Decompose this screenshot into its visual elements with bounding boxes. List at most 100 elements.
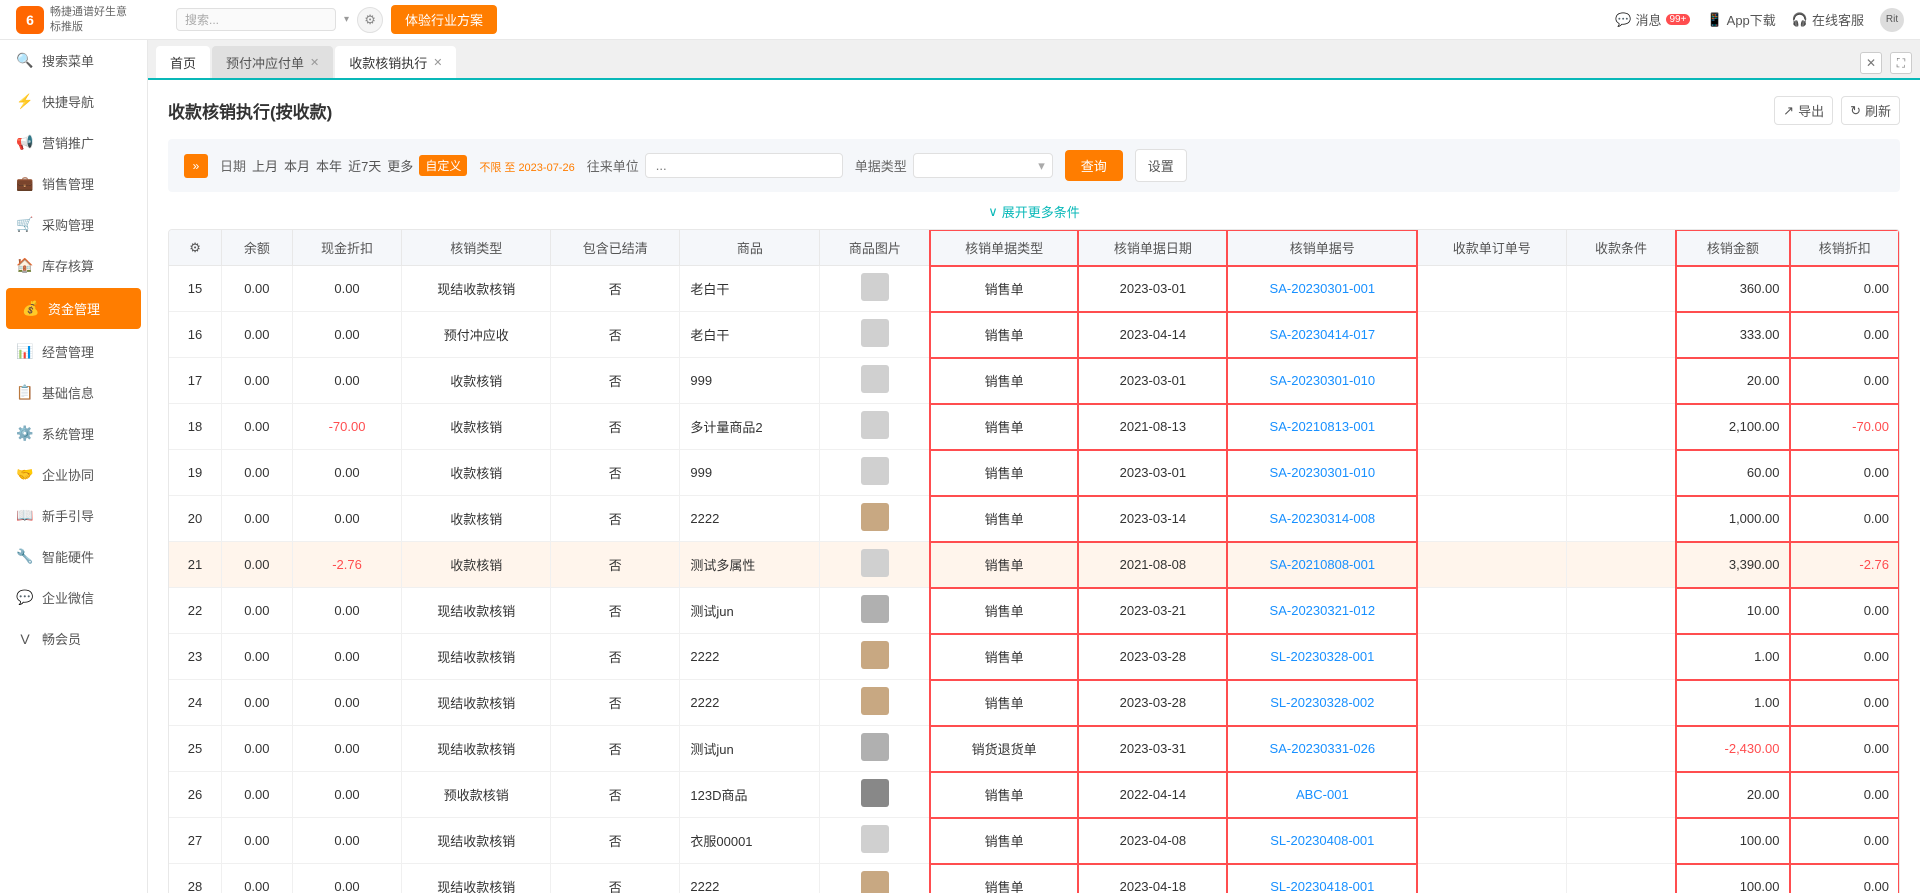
- row-condition: [1566, 404, 1676, 450]
- tab-receive[interactable]: 收款核销执行 ✕: [335, 46, 456, 78]
- row-bill-date: 2023-03-28: [1078, 680, 1227, 726]
- row-goods: 999: [680, 450, 820, 496]
- handshake-icon: 🤝: [16, 466, 34, 484]
- sidebar-item-wechat[interactable]: 💬 企业微信: [0, 577, 147, 618]
- row-goods: 123D商品: [680, 772, 820, 818]
- date-this-month[interactable]: 本月: [284, 156, 310, 175]
- message-icon: 💬: [1615, 12, 1631, 28]
- export-button[interactable]: ↗ 导出: [1774, 96, 1833, 125]
- sidebar-item-basic[interactable]: 📋 基础信息: [0, 372, 147, 413]
- col-amount: 核销金额: [1676, 230, 1790, 266]
- table-wrap: ⚙ 余额 现金折扣 核销类型 包含已结清 商品 商品图片 核销单据类型 核销单据…: [168, 229, 1900, 893]
- bill-no-link[interactable]: SL-20230328-002: [1270, 695, 1374, 710]
- tab-prepay-close[interactable]: ✕: [310, 56, 319, 69]
- user-avatar[interactable]: Rit: [1880, 8, 1904, 32]
- unit-input[interactable]: [645, 153, 843, 178]
- row-condition: [1566, 864, 1676, 893]
- row-settled: 否: [551, 542, 680, 588]
- row-settled: 否: [551, 726, 680, 772]
- row-balance: 0.00: [222, 358, 293, 404]
- bill-no-link[interactable]: SA-20230321-012: [1270, 603, 1376, 618]
- row-settled: 否: [551, 358, 680, 404]
- tab-close-button[interactable]: ✕: [1860, 52, 1882, 74]
- sidebar-item-inventory[interactable]: 🏠 库存核算: [0, 245, 147, 286]
- bill-no-link[interactable]: SA-20230331-026: [1270, 741, 1376, 756]
- bill-no-link[interactable]: SA-20230414-017: [1270, 327, 1376, 342]
- top-search-input[interactable]: 搜索...: [176, 8, 336, 31]
- sidebar-item-marketing[interactable]: 📢 营销推广: [0, 122, 147, 163]
- row-order-no: [1417, 680, 1566, 726]
- row-balance: 0.00: [222, 680, 293, 726]
- row-cash-discount: 0.00: [292, 588, 402, 634]
- bill-no-link[interactable]: SL-20230418-001: [1270, 879, 1374, 893]
- row-amount: 10.00: [1676, 588, 1790, 634]
- export-icon: ↗: [1783, 103, 1794, 119]
- query-button[interactable]: 查询: [1065, 150, 1123, 181]
- sidebar-item-hardware[interactable]: 🔧 智能硬件: [0, 536, 147, 577]
- row-goods: 多计量商品2: [680, 404, 820, 450]
- table-row: 28 0.00 0.00 现结收款核销 否 2222 销售单 2023-04-1…: [169, 864, 1899, 893]
- row-bill-date: 2023-04-08: [1078, 818, 1227, 864]
- row-discount: 0.00: [1790, 266, 1899, 312]
- sidebar-item-collab[interactable]: 🤝 企业协同: [0, 454, 147, 495]
- row-order-no: [1417, 450, 1566, 496]
- filter-toggle-button[interactable]: »: [184, 154, 208, 178]
- goods-img: [820, 634, 930, 680]
- refresh-button[interactable]: ↻ 刷新: [1841, 96, 1900, 125]
- top-bar-right: 💬 消息 99+ 📱 App下载 🎧 在线客服 Rit: [1615, 8, 1904, 32]
- row-amount: 20.00: [1676, 772, 1790, 818]
- settings-button[interactable]: 设置: [1135, 149, 1187, 182]
- row-balance: 0.00: [222, 542, 293, 588]
- bill-no-link[interactable]: ABC-001: [1296, 787, 1349, 802]
- bill-no-link[interactable]: SA-20230301-001: [1270, 281, 1376, 296]
- goods-img: [820, 864, 930, 893]
- sidebar-item-finance[interactable]: 💰 资金管理: [6, 288, 141, 329]
- tab-expand-button[interactable]: ⛶: [1890, 52, 1912, 74]
- tab-receive-close[interactable]: ✕: [433, 56, 442, 69]
- sidebar-item-system[interactable]: ⚙️ 系统管理: [0, 413, 147, 454]
- bill-no-link[interactable]: SA-20210813-001: [1270, 419, 1376, 434]
- tab-prepay[interactable]: 预付冲应付单 ✕: [212, 46, 333, 78]
- bill-no-link[interactable]: SA-20230301-010: [1270, 373, 1376, 388]
- row-settled: 否: [551, 680, 680, 726]
- goods-img: [820, 312, 930, 358]
- date-7days[interactable]: 近7天: [348, 156, 381, 175]
- bill-no-link[interactable]: SA-20230301-010: [1270, 465, 1376, 480]
- sidebar-item-search[interactable]: 🔍 搜索菜单: [0, 40, 147, 81]
- col-goods: 商品: [680, 230, 820, 266]
- app-download-item[interactable]: 📱 App下载: [1706, 10, 1775, 29]
- bill-type-filter-group: 单据类型: [855, 153, 1053, 178]
- date-custom[interactable]: 自定义: [419, 155, 467, 176]
- sidebar-item-sales[interactable]: 💼 销售管理: [0, 163, 147, 204]
- row-amount: 100.00: [1676, 818, 1790, 864]
- message-badge: 99+: [1666, 14, 1691, 25]
- row-amount: 1.00: [1676, 680, 1790, 726]
- expand-more-button[interactable]: ∨ 展开更多条件: [988, 202, 1080, 221]
- col-settings[interactable]: ⚙: [169, 230, 222, 266]
- sidebar-item-purchase[interactable]: 🛒 采购管理: [0, 204, 147, 245]
- tab-bar-actions: ✕ ⛶: [1860, 52, 1912, 78]
- date-more[interactable]: 更多: [387, 156, 413, 175]
- row-bill-date: 2023-03-01: [1078, 266, 1227, 312]
- sidebar-item-guide[interactable]: 📖 新手引导: [0, 495, 147, 536]
- bill-no-link[interactable]: SL-20230328-001: [1270, 649, 1374, 664]
- settings-icon[interactable]: ⚙: [357, 7, 383, 33]
- solution-button[interactable]: 体验行业方案: [391, 5, 497, 34]
- bill-no-link[interactable]: SA-20210808-001: [1270, 557, 1376, 572]
- row-type: 现结收款核销: [402, 266, 551, 312]
- message-item[interactable]: 💬 消息 99+: [1615, 10, 1690, 29]
- row-settled: 否: [551, 404, 680, 450]
- gear-icon: ⚙️: [16, 425, 34, 443]
- online-service-item[interactable]: 🎧 在线客服: [1792, 10, 1864, 29]
- sidebar-item-member[interactable]: V 畅会员: [0, 618, 147, 659]
- sidebar-item-operation[interactable]: 📊 经营管理: [0, 331, 147, 372]
- tab-home[interactable]: 首页: [156, 46, 210, 78]
- table-scroll[interactable]: ⚙ 余额 现金折扣 核销类型 包含已结清 商品 商品图片 核销单据类型 核销单据…: [168, 229, 1900, 893]
- bill-no-link[interactable]: SL-20230408-001: [1270, 833, 1374, 848]
- date-last-month[interactable]: 上月: [252, 156, 278, 175]
- date-this-year[interactable]: 本年: [316, 156, 342, 175]
- row-no: 26: [169, 772, 222, 818]
- bill-type-select[interactable]: [913, 153, 1053, 178]
- bill-no-link[interactable]: SA-20230314-008: [1270, 511, 1376, 526]
- sidebar-item-quick[interactable]: ⚡ 快捷导航: [0, 81, 147, 122]
